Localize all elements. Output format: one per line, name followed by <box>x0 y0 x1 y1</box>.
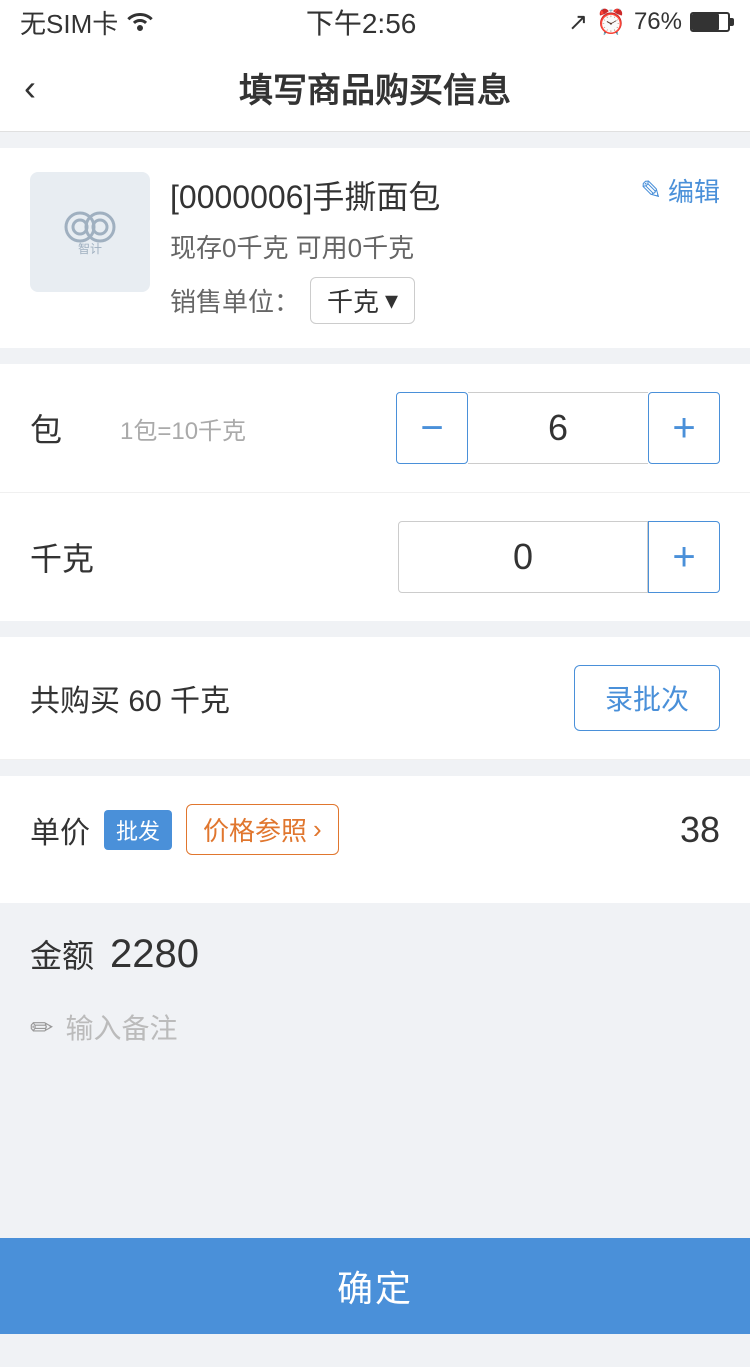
total-text: 共购买 60 千克 <box>30 676 230 720</box>
status-time: 下午2:56 <box>306 2 417 42</box>
product-info: [0000006]手撕面包 现存0千克 可用0千克 销售单位： 千克 ▾ <box>170 172 720 324</box>
remark-row[interactable]: ✏ 输入备注 <box>30 997 720 1067</box>
total-row: 共购买 60 千克 录批次 <box>0 637 750 760</box>
remark-placeholder: 输入备注 <box>65 1007 177 1047</box>
status-bar: 无SIM卡 下午2:56 ↗ ⏰ 76% <box>0 0 750 44</box>
location-icon: ↗ <box>568 8 588 37</box>
bag-label: 包 <box>30 405 110 451</box>
carrier-label: 无SIM卡 <box>20 4 118 41</box>
product-stock: 现存0千克 可用0千克 <box>170 228 720 265</box>
edit-icon: ✎ <box>640 175 662 206</box>
price-section: 单价 批发 价格参照 › 38 <box>0 776 750 903</box>
page-title: 填写商品购买信息 <box>239 63 511 112</box>
kg-label: 千克 <box>30 534 398 580</box>
bag-quantity-row: 包 1包=10千克 − + <box>0 364 750 493</box>
nav-bar: ‹ 填写商品购买信息 <box>0 44 750 132</box>
confirm-button-label: 确定 <box>337 1260 413 1312</box>
amount-value: 2280 <box>110 932 199 977</box>
kg-quantity-row: 千克 + <box>0 493 750 621</box>
wifi-icon <box>126 7 154 38</box>
amount-section: 金额 2280 ✏ 输入备注 <box>0 903 750 1067</box>
price-value: 38 <box>680 809 720 851</box>
status-right: ↗ ⏰ 76% <box>568 8 730 37</box>
unit-price-label: 单价 <box>30 808 90 852</box>
svg-text:智计: 智计 <box>78 241 102 256</box>
bag-minus-button[interactable]: − <box>396 392 468 464</box>
bag-hint: 1包=10千克 <box>120 411 396 446</box>
unit-dropdown-icon: ▾ <box>385 285 398 316</box>
product-card: 智计 [0000006]手撕面包 现存0千克 可用0千克 销售单位： 千克 ▾ … <box>0 148 750 348</box>
bag-quantity-input[interactable] <box>468 392 648 464</box>
record-batch-button[interactable]: 录批次 <box>574 665 720 731</box>
unit-label: 销售单位： <box>170 282 300 319</box>
product-thumbnail: 智计 <box>30 172 150 292</box>
product-name: [0000006]手撕面包 <box>170 172 720 218</box>
amount-row: 金额 2280 <box>30 931 720 977</box>
bag-quantity-control: − + <box>396 392 720 464</box>
edit-button[interactable]: ✎ 编辑 <box>640 172 720 209</box>
battery-icon <box>690 12 730 32</box>
price-row: 单价 批发 价格参照 › 38 <box>30 804 720 855</box>
product-unit-row: 销售单位： 千克 ▾ <box>170 277 720 324</box>
remark-icon: ✏ <box>30 1011 53 1044</box>
unit-select[interactable]: 千克 ▾ <box>310 277 415 324</box>
kg-plus-button[interactable]: + <box>648 521 720 593</box>
price-ref-chevron-icon: › <box>313 814 322 845</box>
battery-percent: 76% <box>634 8 682 36</box>
kg-quantity-input[interactable] <box>398 521 648 593</box>
kg-quantity-control: + <box>398 521 720 593</box>
price-left: 单价 批发 价格参照 › <box>30 804 339 855</box>
alarm-icon: ⏰ <box>596 8 626 37</box>
status-left: 无SIM卡 <box>20 4 154 41</box>
price-ref-button[interactable]: 价格参照 › <box>186 804 339 855</box>
bag-plus-button[interactable]: + <box>648 392 720 464</box>
price-ref-label: 价格参照 <box>203 811 307 848</box>
amount-label: 金额 <box>30 931 94 977</box>
confirm-button[interactable]: 确定 <box>0 1238 750 1334</box>
back-button[interactable]: ‹ <box>24 67 36 109</box>
quantity-section: 包 1包=10千克 − + 千克 + <box>0 364 750 621</box>
batch-badge: 批发 <box>104 810 172 850</box>
